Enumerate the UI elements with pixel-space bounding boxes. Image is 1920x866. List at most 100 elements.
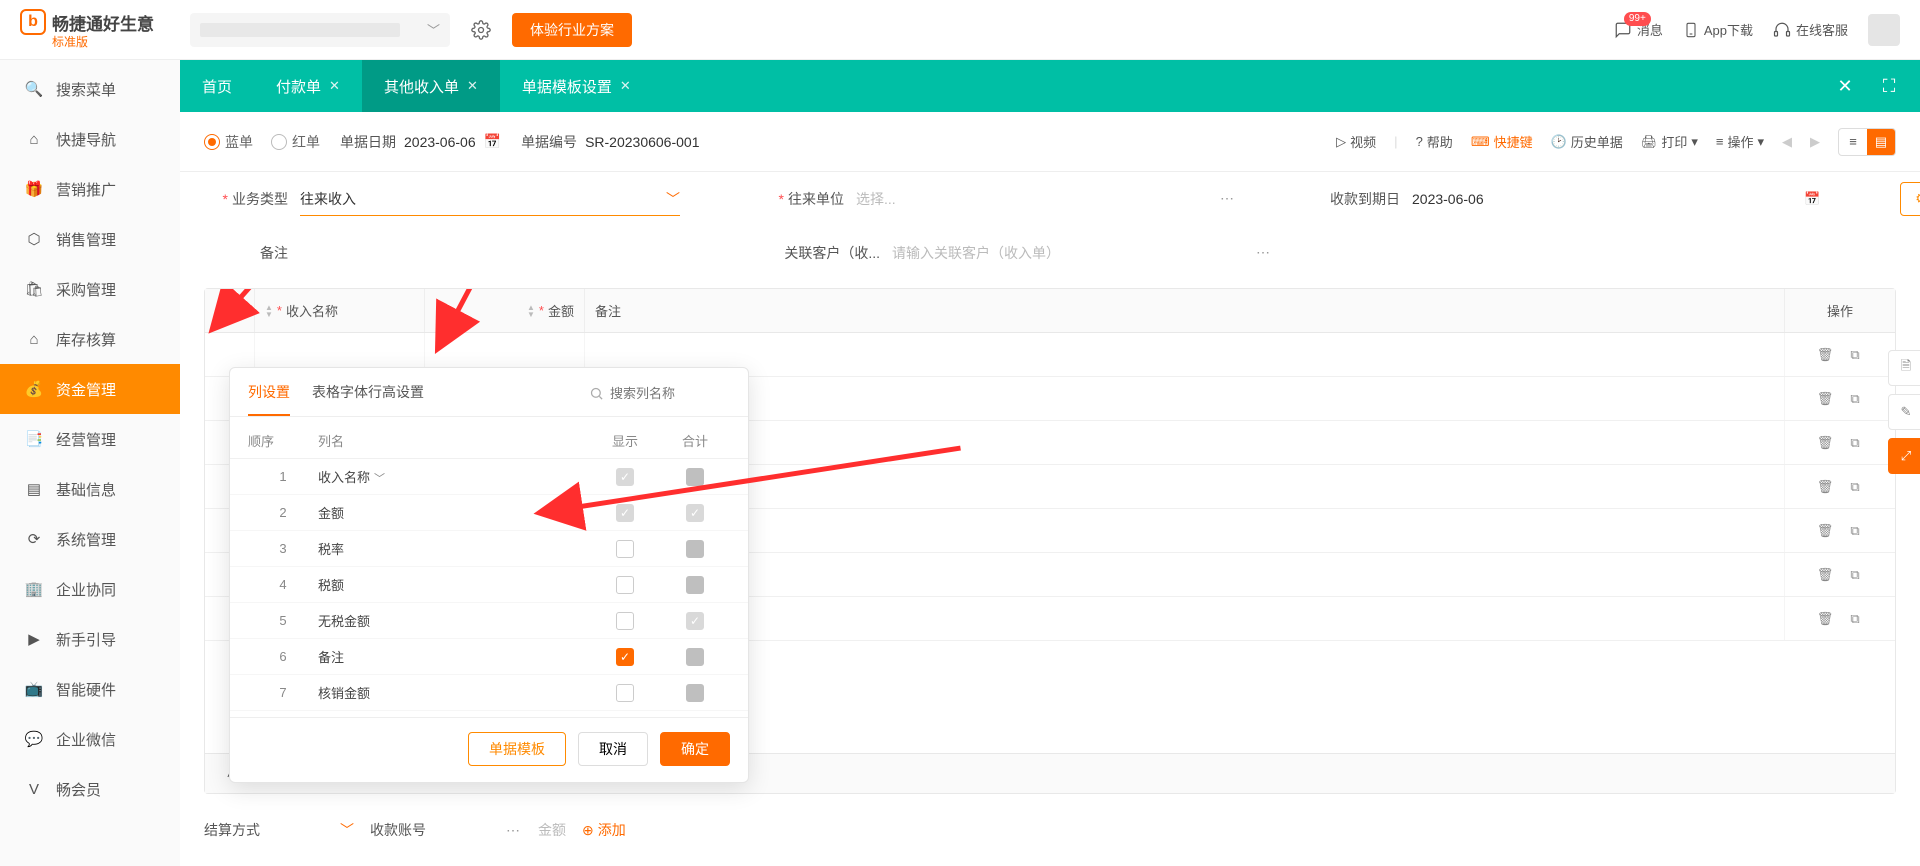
settings-gear-icon[interactable] xyxy=(464,13,498,47)
column-search[interactable] xyxy=(589,386,730,413)
checkbox[interactable] xyxy=(616,684,634,702)
online-service-link[interactable]: 在线客服 xyxy=(1773,20,1848,39)
delete-icon[interactable]: 🗑 xyxy=(1816,434,1834,452)
radio-blue[interactable]: 蓝单 xyxy=(204,132,253,152)
copy-icon[interactable]: ⧉ xyxy=(1846,522,1864,540)
copy-icon[interactable]: ⧉ xyxy=(1846,610,1864,628)
sidebar-item-corp[interactable]: 🏢企业协同 xyxy=(0,564,180,614)
org-selector[interactable]: ﹀ xyxy=(190,13,450,47)
delete-icon[interactable]: 🗑 xyxy=(1816,346,1834,364)
copy-icon[interactable]: ⧉ xyxy=(1846,434,1864,452)
history-link[interactable]: 🕑 历史单据 xyxy=(1551,132,1623,151)
pay-due-input[interactable]: 2023-06-06 xyxy=(1412,182,1792,216)
checkbox[interactable] xyxy=(616,540,634,558)
more-icon[interactable]: ⋯ xyxy=(1220,190,1236,207)
messages-link[interactable]: 99+ 消息 xyxy=(1614,20,1663,39)
sidebar-item-biz[interactable]: 📑经营管理 xyxy=(0,414,180,464)
party-select[interactable]: 选择... ⋯ xyxy=(856,182,1236,216)
settlement-row: 结算方式 ﹀ 收款账号 ⋯ 金额 ⊕ 添加 xyxy=(180,794,1920,866)
chevron-down-icon: ﹀ xyxy=(427,20,440,39)
delete-icon[interactable]: 🗑 xyxy=(1816,610,1834,628)
delete-icon[interactable]: 🗑 xyxy=(1816,522,1834,540)
bill-no-value: SR-20230606-001 xyxy=(585,134,699,150)
copy-icon[interactable]: ⧉ xyxy=(1846,478,1864,496)
page-next-icon[interactable]: ▶ xyxy=(1810,134,1820,150)
tab-3[interactable]: 单据模板设置✕ xyxy=(500,60,653,112)
col-ops: 操作 xyxy=(1785,289,1895,332)
avatar[interactable] xyxy=(1868,14,1900,46)
close-icon[interactable]: ✕ xyxy=(467,78,478,94)
more-icon[interactable]: ⋯ xyxy=(506,822,522,839)
sidebar-item-hw[interactable]: 📺智能硬件 xyxy=(0,664,180,714)
video-link[interactable]: ▷ 视频 xyxy=(1336,132,1376,151)
template-button[interactable]: 单据模板 xyxy=(468,732,566,766)
checkbox[interactable] xyxy=(616,576,634,594)
page-prev-icon[interactable]: ◀ xyxy=(1782,134,1792,150)
more-icon[interactable]: ⋯ xyxy=(1256,244,1272,261)
trial-button[interactable]: 体验行业方案 xyxy=(512,13,632,47)
calendar-icon[interactable]: 📅 xyxy=(1804,191,1820,207)
app-download-link[interactable]: App下载 xyxy=(1683,20,1753,39)
remark-input[interactable] xyxy=(300,236,680,270)
col-amount[interactable]: ▲▼ *金额 xyxy=(425,289,585,332)
page-settings-button[interactable]: ⚙ 设置 xyxy=(1900,182,1920,216)
sidebar-item-search[interactable]: 🔍搜索菜单 xyxy=(0,64,180,114)
checkbox[interactable] xyxy=(616,612,634,630)
topbar: b 畅捷通好生意 标准版 ﹀ 体验行业方案 99+ 消息 App下载 xyxy=(0,0,1920,60)
tab-1[interactable]: 付款单✕ xyxy=(254,60,362,112)
rel-customer-input[interactable]: 请输入关联客户（收入单） ⋯ xyxy=(892,236,1272,270)
copy-icon[interactable]: ⧉ xyxy=(1846,390,1864,408)
rail-note-icon[interactable]: 🗎 xyxy=(1888,350,1920,386)
close-icon[interactable]: ✕ xyxy=(620,78,631,94)
tab-2[interactable]: 其他收入单✕ xyxy=(362,60,500,112)
bill-date-input[interactable]: 2023-06-06 xyxy=(404,134,476,150)
print-link[interactable]: 🖨 打印 ▾ xyxy=(1641,132,1698,151)
add-settlement-button[interactable]: ⊕ 添加 xyxy=(582,820,626,840)
column-settings-button[interactable] xyxy=(205,289,255,332)
confirm-button[interactable]: 确定 xyxy=(660,732,730,766)
sidebar-item-label: 搜索菜单 xyxy=(56,79,116,100)
sidebar-item-label: 快捷导航 xyxy=(56,129,116,150)
sidebar-item-stock[interactable]: ⌂库存核算 xyxy=(0,314,180,364)
fullscreen-button[interactable]: ⛶ xyxy=(1872,69,1906,103)
delete-icon[interactable]: 🗑 xyxy=(1816,390,1834,408)
sidebar-item-guide[interactable]: ▶新手引导 xyxy=(0,614,180,664)
sidebar-item-wecom[interactable]: 💬企业微信 xyxy=(0,714,180,764)
operate-link[interactable]: ≡ 操作 ▾ xyxy=(1716,132,1764,151)
sidebar-item-sales[interactable]: ⬡销售管理 xyxy=(0,214,180,264)
help-link[interactable]: ? 帮助 xyxy=(1416,132,1453,151)
cancel-button[interactable]: 取消 xyxy=(578,732,648,766)
radio-red[interactable]: 红单 xyxy=(271,132,320,152)
col-note[interactable]: 备注 xyxy=(585,289,1785,332)
sidebar-item-base[interactable]: ▤基础信息 xyxy=(0,464,180,514)
col-name: 税率 xyxy=(318,539,590,558)
col-income[interactable]: ▲▼ *收入名称 xyxy=(255,289,425,332)
column-search-input[interactable] xyxy=(610,386,730,401)
close-icon[interactable]: ✕ xyxy=(329,78,340,94)
tab-close-all-button[interactable]: ✕ xyxy=(1828,69,1862,103)
rail-edit-icon[interactable]: ✎ xyxy=(1888,394,1920,430)
calendar-icon[interactable]: 📅 xyxy=(484,133,501,150)
chevron-down-icon[interactable]: ﹀ xyxy=(374,473,385,485)
sidebar-item-vip[interactable]: V畅会员 xyxy=(0,764,180,814)
chevron-down-icon[interactable]: ﹀ xyxy=(340,820,354,840)
checkbox[interactable]: ✓ xyxy=(616,648,634,666)
copy-icon[interactable]: ⧉ xyxy=(1846,566,1864,584)
tab-font-settings[interactable]: 表格字体行高设置 xyxy=(312,382,424,416)
rail-expand-icon[interactable]: ⤢ xyxy=(1888,438,1920,474)
shortcut-link[interactable]: ⌨ 快捷键 xyxy=(1471,132,1533,151)
biz-type-select[interactable]: 往来收入 ﹀ xyxy=(300,182,680,216)
tab-0[interactable]: 首页 xyxy=(180,60,254,112)
sidebar-item-funds[interactable]: 💰资金管理 xyxy=(0,364,180,414)
sidebar-item-quicknav[interactable]: ⌂快捷导航 xyxy=(0,114,180,164)
delete-icon[interactable]: 🗑 xyxy=(1816,478,1834,496)
sidebar-item-system[interactable]: ⟳系统管理 xyxy=(0,514,180,564)
sidebar-item-market[interactable]: 🎁营销推广 xyxy=(0,164,180,214)
tab-label: 首页 xyxy=(202,76,232,97)
copy-icon[interactable]: ⧉ xyxy=(1846,346,1864,364)
tab-column-settings[interactable]: 列设置 xyxy=(248,382,290,416)
sidebar-item-purchase[interactable]: 🛍采购管理 xyxy=(0,264,180,314)
view-card-button[interactable]: ▤ xyxy=(1867,129,1895,155)
view-list-button[interactable]: ≡ xyxy=(1839,129,1867,155)
delete-icon[interactable]: 🗑 xyxy=(1816,566,1834,584)
